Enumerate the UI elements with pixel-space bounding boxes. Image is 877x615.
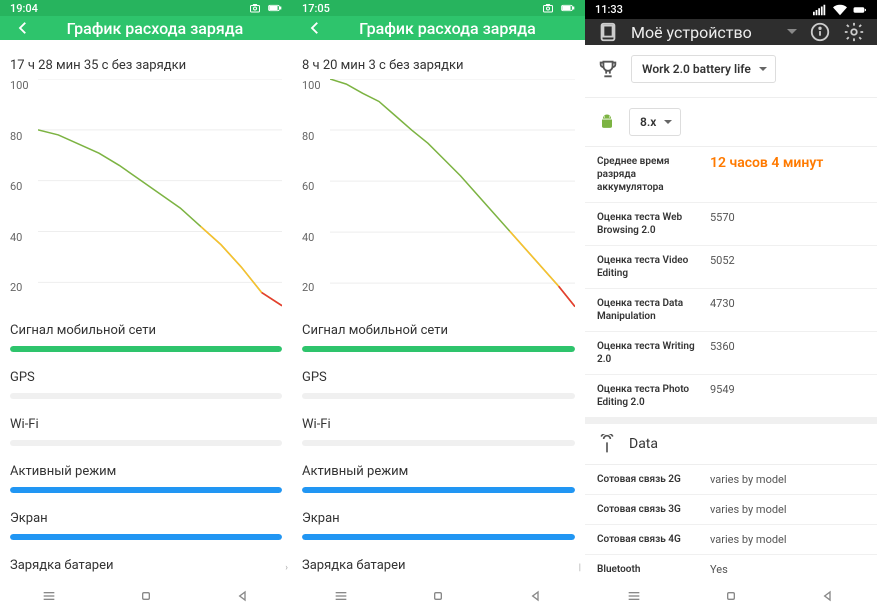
menu-icon[interactable] — [626, 588, 642, 604]
camera-icon — [541, 2, 555, 14]
back-icon[interactable] — [306, 19, 324, 37]
camera-icon — [248, 2, 262, 14]
status-time: 11:33 — [595, 3, 623, 16]
graph-area: 17 ч 28 мин 35 с без зарядки 100 80 60 4… — [0, 40, 292, 317]
battery-icon — [853, 4, 867, 16]
battery-icon — [268, 2, 282, 14]
result-row: Оценка теста Video Editing 5052 — [585, 246, 877, 289]
menu-icon[interactable] — [41, 588, 57, 604]
chart-line — [330, 79, 575, 314]
net-row: Сотовая связь 2G varies by model — [585, 465, 877, 495]
battery-chart: 100 80 60 40 20 — [302, 79, 575, 309]
usage-sections: Сигнал мобильной сети GPS Wi-Fi Активный… — [292, 317, 585, 615]
nav-bar — [0, 577, 292, 615]
status-icons — [813, 4, 867, 16]
nav-bar — [292, 577, 585, 615]
result-row: Оценка теста Web Browsing 2.0 5570 — [585, 203, 877, 246]
result-row: Оценка теста Data Manipulation 4730 — [585, 289, 877, 332]
status-time: 17:05 — [302, 2, 330, 15]
net-row: Сотовая связь 4G varies by model — [585, 525, 877, 555]
status-icons — [541, 2, 575, 14]
chart-line — [38, 79, 282, 313]
section-gps[interactable]: GPS — [302, 370, 575, 399]
signal-icon — [813, 4, 827, 16]
graph-subtitle: 8 ч 20 мин 3 с без зарядки — [302, 58, 575, 73]
home-icon[interactable] — [430, 588, 446, 604]
back-icon[interactable] — [14, 19, 32, 37]
usage-sections: Сигнал мобильной сети GPS Wi-Fi Активный… — [0, 317, 292, 615]
screen-right: 11:33 Моё устройство Work 2.0 battery li… — [585, 0, 877, 615]
result-row-avg: Среднее время разряда аккумулятора 12 ча… — [585, 147, 877, 203]
result-row: Оценка теста Writing 2.0 5360 — [585, 332, 877, 375]
section-cell[interactable]: Сигнал мобильной сети — [10, 323, 282, 352]
scroll-hint: › — [285, 563, 288, 573]
trophy-icon — [597, 58, 619, 80]
home-icon[interactable] — [138, 588, 154, 604]
status-time: 19:04 — [10, 2, 38, 15]
page-title: График расхода заряда — [344, 19, 551, 38]
android-version-select[interactable]: 8.x — [629, 108, 681, 136]
section-active[interactable]: Активный режим — [10, 464, 282, 493]
data-section-title: Data — [629, 436, 658, 452]
data-section-header: Data — [585, 418, 877, 465]
antenna-icon — [597, 434, 617, 454]
section-cell[interactable]: Сигнал мобильной сети — [302, 323, 575, 352]
result-row: Оценка теста Photo Editing 2.0 9549 — [585, 375, 877, 418]
android-icon — [597, 112, 617, 132]
section-screen[interactable]: Экран — [10, 511, 282, 540]
net-row: Сотовая связь 3G varies by model — [585, 495, 877, 525]
status-bar: 17:05 — [292, 0, 585, 16]
status-icons — [248, 2, 282, 14]
status-bar: 11:33 — [585, 0, 877, 19]
gear-icon[interactable] — [843, 21, 865, 43]
page-title: Моё устройство — [631, 23, 771, 42]
back-nav-icon[interactable] — [235, 588, 251, 604]
graph-area: 8 ч 20 мин 3 с без зарядки 100 80 60 40 … — [292, 40, 585, 317]
trophy-row: Work 2.0 battery life — [585, 45, 877, 98]
device-icon — [597, 21, 619, 43]
menu-icon[interactable] — [333, 588, 349, 604]
header: График расхода заряда — [0, 16, 292, 40]
header: Моё устройство — [585, 19, 877, 45]
section-gps[interactable]: GPS — [10, 370, 282, 399]
status-bar: 19:04 — [0, 0, 292, 16]
results-list: Среднее время разряда аккумулятора 12 ча… — [585, 147, 877, 615]
section-wifi[interactable]: Wi-Fi — [10, 417, 282, 446]
dropdown-caret-icon[interactable] — [787, 29, 797, 39]
android-row: 8.x — [585, 98, 877, 147]
wifi-icon — [833, 4, 847, 16]
test-select[interactable]: Work 2.0 battery life — [631, 55, 776, 83]
screen-middle: 17:05 График расхода заряда 8 ч 20 мин 3… — [292, 0, 585, 615]
home-icon[interactable] — [723, 588, 739, 604]
nav-bar — [585, 577, 877, 615]
battery-icon — [561, 2, 575, 14]
section-screen[interactable]: Экран — [302, 511, 575, 540]
header: График расхода заряда — [292, 16, 585, 40]
info-icon[interactable] — [809, 21, 831, 43]
screen-left: 19:04 График расхода заряда 17 ч 28 мин … — [0, 0, 292, 615]
battery-chart: 100 80 60 40 20 — [10, 79, 282, 309]
graph-subtitle: 17 ч 28 мин 35 с без зарядки — [10, 58, 282, 73]
section-wifi[interactable]: Wi-Fi — [302, 417, 575, 446]
page-title: График расхода заряда — [52, 19, 258, 38]
back-nav-icon[interactable] — [528, 588, 544, 604]
scroll-hint: | — [579, 563, 581, 573]
back-nav-icon[interactable] — [820, 588, 836, 604]
section-active[interactable]: Активный режим — [302, 464, 575, 493]
